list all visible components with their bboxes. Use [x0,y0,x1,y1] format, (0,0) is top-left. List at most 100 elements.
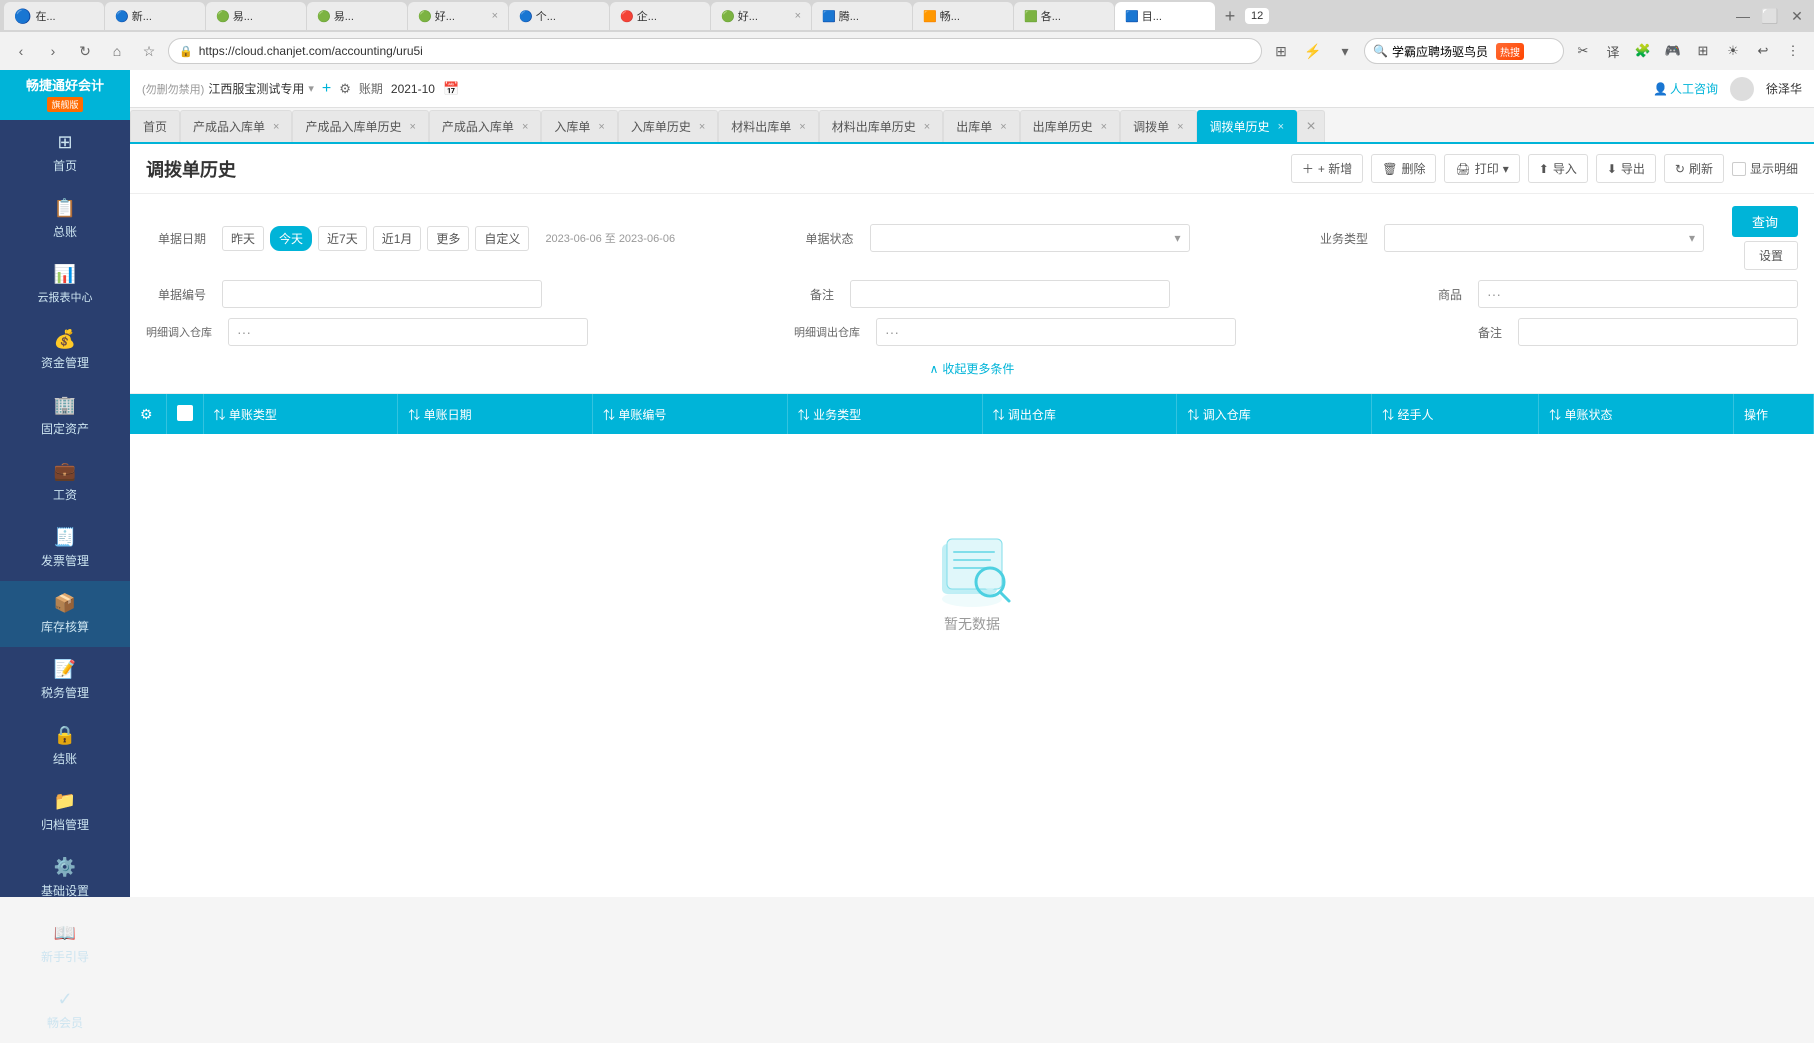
sidebar-item-close[interactable]: 🔒 结账 [0,713,130,779]
browser-tab-10[interactable]: 🟩 各... [1014,2,1114,30]
tab-outbound[interactable]: 出库单 × [943,110,1019,142]
extension-icon[interactable]: 🧩 [1630,38,1656,64]
forward-button[interactable]: › [40,38,66,64]
translate-icon[interactable]: 译 [1600,38,1626,64]
theme-icon[interactable]: ☀ [1720,38,1746,64]
tab-material-out-history[interactable]: 材料出库单历史 × [819,110,943,142]
tab-transfer-history[interactable]: 调拨单历史 × [1197,110,1297,142]
bookmark-button[interactable]: ☆ [136,38,162,64]
doc-no-input[interactable] [222,280,542,308]
refresh-button[interactable]: ↻ [72,38,98,64]
goods-select[interactable]: ··· [1478,280,1798,308]
print-button[interactable]: 🖨 打印 ▾ [1444,154,1519,183]
tab-inbound[interactable]: 入库单 × [541,110,617,142]
browser-tab-9[interactable]: 🟧 畅... [913,2,1013,30]
sidebar-item-ledger[interactable]: 📋 总账 [0,186,130,252]
customer-service-button[interactable]: 👤 人工咨询 [1653,80,1718,97]
col-date-header[interactable]: ⇅ 单账日期 [398,394,593,434]
tab-inbound-history[interactable]: 入库单历史 × [618,110,718,142]
show-full-toggle[interactable]: 显示明细 [1732,160,1798,177]
company-selector[interactable]: (勿删勿禁用) 江西服宝测试专用 ▾ [142,80,314,97]
scissors-icon[interactable]: ✂ [1570,38,1596,64]
table-settings-header[interactable]: ⚙ [130,394,166,434]
close-all-tabs-button[interactable]: × [1297,110,1325,142]
sidebar-item-asset[interactable]: 🏢 固定资产 [0,383,130,449]
date-btn-more[interactable]: 更多 [427,226,469,251]
import-button[interactable]: ⬆ 导入 [1528,154,1588,183]
remark-input[interactable] [850,280,1170,308]
sidebar-item-home[interactable]: ⊞ 首页 [0,120,130,186]
biz-type-select[interactable]: ▾ [1384,224,1704,252]
browser-tab-5[interactable]: 🔵 个... [509,2,609,30]
collapse-button[interactable]: ∧ 收起更多条件 [146,356,1798,381]
tab-transfer[interactable]: 调拨单 × [1120,110,1196,142]
select-all-checkbox[interactable] [177,405,193,421]
address-bar[interactable]: 🔒 https://cloud.chanjet.com/accounting/u… [168,38,1262,64]
maximize-button[interactable]: ⬜ [1757,3,1783,29]
tab-product-stock-history[interactable]: 产成品入库单历史 × [292,110,428,142]
col-biz-type-header[interactable]: ⇅ 业务类型 [787,394,982,434]
tab-product-stock[interactable]: 产成品入库单 × [180,110,292,142]
browser-tab-4[interactable]: 🟢 好... × [408,2,508,30]
browser-tab-6[interactable]: 🔴 企... [610,2,710,30]
back-button[interactable]: ‹ [8,38,34,64]
delete-button[interactable]: 🗑 删除 [1371,154,1436,183]
detail-remark-input[interactable] [1518,318,1798,346]
more-icon[interactable]: ⋮ [1780,38,1806,64]
sidebar-item-inventory[interactable]: 📦 库存核算 [0,581,130,647]
home-button[interactable]: ⌂ [104,38,130,64]
detail-out-select[interactable]: ··· [876,318,1236,346]
browser-tab-active[interactable]: 🟦 目... [1115,2,1215,30]
date-btn-1month[interactable]: 近1月 [373,226,422,251]
browser-tab-home[interactable]: 🔵 在... [4,2,104,30]
user-info[interactable]: 徐泽华 [1766,80,1802,97]
close-button[interactable]: ✕ [1784,3,1810,29]
sidebar-item-basic[interactable]: ⚙️ 基础设置 [0,845,130,911]
col-out-warehouse-header[interactable]: ⇅ 调出仓库 [982,394,1177,434]
minimize-button[interactable]: — [1730,3,1756,29]
tab-product-stock-2[interactable]: 产成品入库单 × [429,110,541,142]
new-tab-button[interactable]: + [1216,2,1244,30]
date-btn-today[interactable]: 今天 [270,226,312,251]
col-handler-header[interactable]: ⇅ 经手人 [1372,394,1539,434]
col-no-header[interactable]: ⇅ 单账编号 [593,394,788,434]
new-button[interactable]: ＋ + 新增 [1291,154,1363,183]
undo-icon[interactable]: ↩ [1750,38,1776,64]
sidebar-item-salary[interactable]: 💼 工资 [0,449,130,515]
browser-tab-2[interactable]: 🟢 易... [206,2,306,30]
sidebar-item-fund[interactable]: 💰 资金管理 [0,317,130,383]
add-company-button[interactable]: + [322,80,331,98]
refresh-button[interactable]: ↻ 刷新 [1664,154,1724,183]
tab-outbound-history[interactable]: 出库单历史 × [1020,110,1120,142]
search-bar[interactable]: 🔍 学霸应聘场驱鸟员 热搜 [1364,38,1564,64]
sidebar-item-invoice[interactable]: 🧾 发票管理 [0,515,130,581]
grid-icon[interactable]: ⊞ [1690,38,1716,64]
sidebar-item-guide[interactable]: 📖 新手引导 [0,911,130,977]
settings-gear-icon[interactable]: ⚙ [339,81,351,97]
sidebar-item-member[interactable]: ✓ 畅会员 [0,977,130,1043]
col-status-header[interactable]: ⇅ 单账状态 [1539,394,1734,434]
sidebar-item-tax[interactable]: 📝 税务管理 [0,647,130,713]
tab-home[interactable]: 首页 [130,110,180,142]
col-in-warehouse-header[interactable]: ⇅ 调入仓库 [1177,394,1372,434]
tab-material-out[interactable]: 材料出库单 × [718,110,818,142]
date-btn-custom[interactable]: 自定义 [475,226,529,251]
browser-tab-7[interactable]: 🟢 好... × [711,2,811,30]
sidebar-item-report[interactable]: 📊 云报表中心 [0,252,130,317]
flash-button[interactable]: ⚡ [1300,38,1326,64]
date-btn-yesterday[interactable]: 昨天 [222,226,264,251]
dropdown-button[interactable]: ▾ [1332,38,1358,64]
calendar-icon[interactable]: 📅 [443,81,459,97]
query-button[interactable]: 查询 [1732,206,1798,237]
game-icon[interactable]: 🎮 [1660,38,1686,64]
browser-menu-button[interactable]: ⊞ [1268,38,1294,64]
date-btn-7days[interactable]: 近7天 [318,226,367,251]
sidebar-item-archive[interactable]: 📁 归档管理 [0,779,130,845]
table-settings-button[interactable]: 设置 [1744,241,1798,270]
browser-tab-8[interactable]: 🟦 腾... [812,2,912,30]
col-type-header[interactable]: ⇅ 单账类型 [203,394,398,434]
detail-in-select[interactable]: ··· [228,318,588,346]
browser-tab-1[interactable]: 🔵 新... [105,2,205,30]
status-select[interactable]: ▾ [870,224,1190,252]
export-button[interactable]: ⬇ 导出 [1596,154,1656,183]
